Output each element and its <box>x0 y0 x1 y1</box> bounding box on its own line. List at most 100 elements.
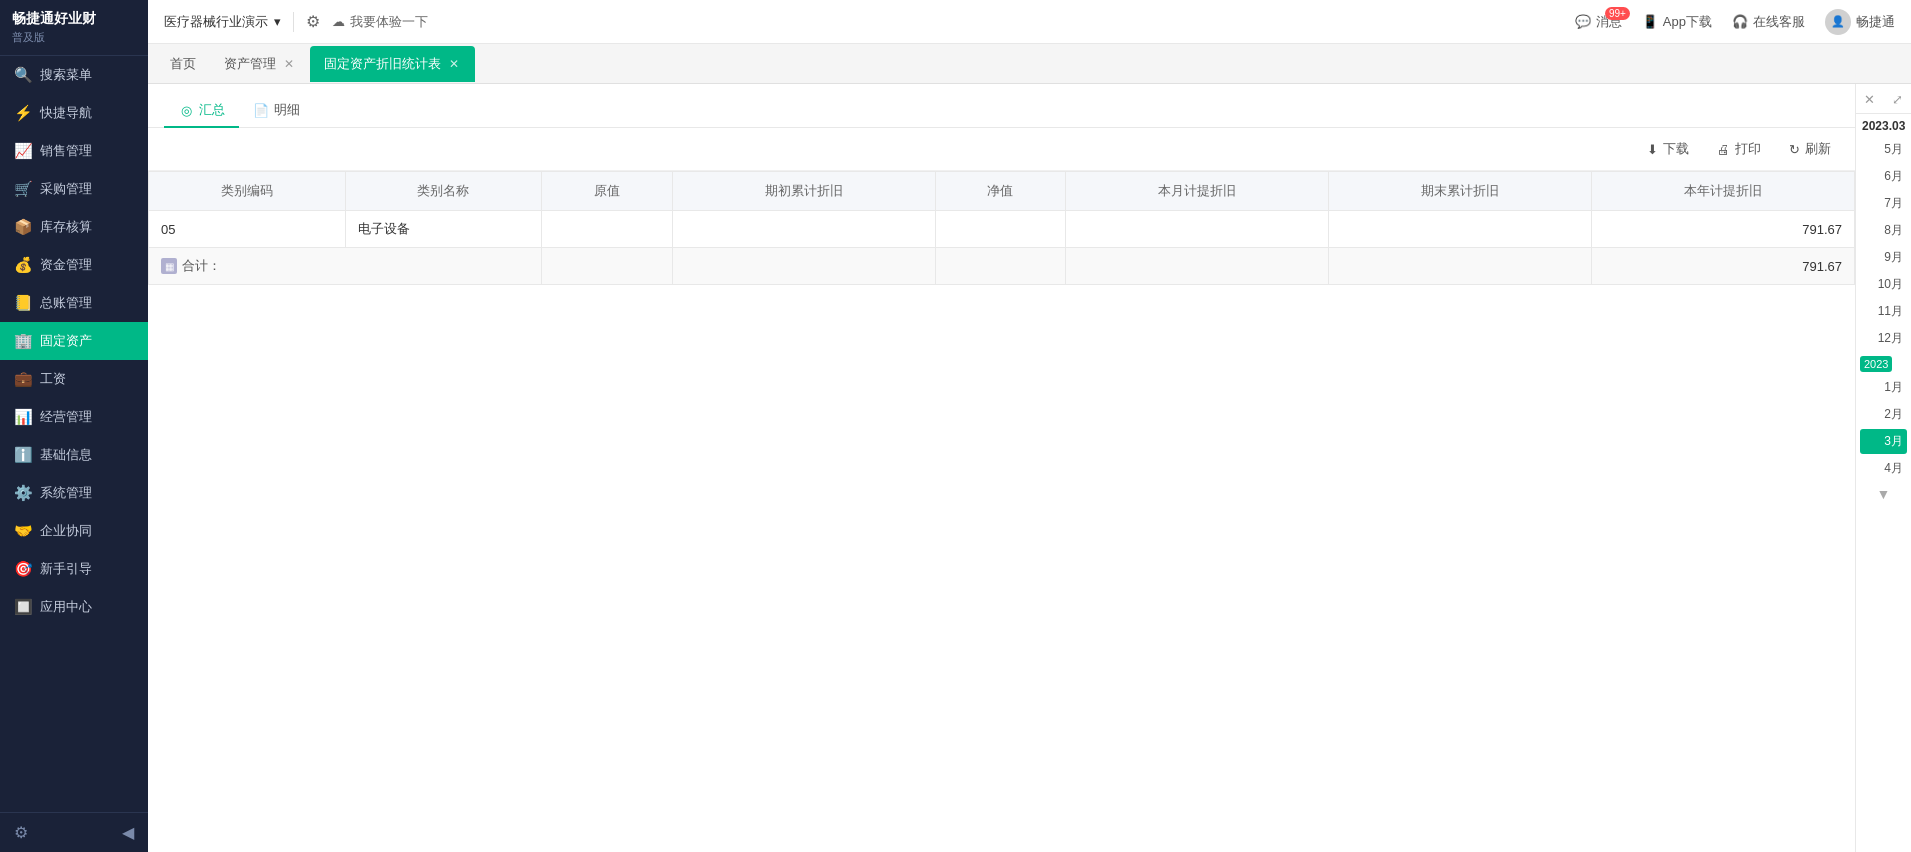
print-button[interactable]: 🖨 打印 <box>1709 136 1769 162</box>
app-download-label: App下载 <box>1663 13 1712 31</box>
nav-icon-salary: 💼 <box>14 370 32 388</box>
sidebar-item-search[interactable]: 🔍搜索菜单 <box>0 56 148 94</box>
nav-icon-purchase: 🛒 <box>14 180 32 198</box>
sum-icon: ▦ <box>161 258 177 274</box>
nav-icon-app-center: 🔲 <box>14 598 32 616</box>
month-item[interactable]: 8月 <box>1856 217 1911 244</box>
nav-label-guide: 新手引导 <box>40 560 92 578</box>
experience-cloud-icon: ☁ <box>332 14 345 29</box>
nav-label-sales: 销售管理 <box>40 142 92 160</box>
month-item-2023[interactable]: 2月 <box>1856 401 1911 428</box>
nav-label-basic-info: 基础信息 <box>40 446 92 464</box>
user-avatar-area[interactable]: 👤 畅捷通 <box>1825 9 1895 35</box>
cell-original <box>542 211 672 248</box>
nav-icon-ledger: 📒 <box>14 294 32 312</box>
message-button[interactable]: 💬 消息 99+ <box>1575 13 1622 31</box>
sidebar-item-sales[interactable]: 📈销售管理 <box>0 132 148 170</box>
user-name-label: 畅捷通 <box>1856 13 1895 31</box>
sidebar-item-fixed-assets[interactable]: 🏢固定资产 <box>0 322 148 360</box>
tab-close-depreciation-table[interactable]: ✕ <box>447 57 461 71</box>
year-label-top[interactable]: 2023.03 <box>1856 114 1911 136</box>
avatar-icon: 👤 <box>1831 15 1845 28</box>
company-selector[interactable]: 医疗器械行业演示 ▾ <box>164 13 281 31</box>
logo-sub: 普及版 <box>12 30 45 45</box>
tab-close-asset-mgmt[interactable]: ✕ <box>282 57 296 71</box>
month-item-2023[interactable]: 3月 <box>1860 429 1907 454</box>
sidebar-item-enterprise[interactable]: 🤝企业协同 <box>0 512 148 550</box>
content-main: ◎ 汇总 📄 明细 ⬇ 下载 🖨 打印 ↻ <box>148 84 1855 852</box>
sidebar-item-ledger[interactable]: 📒总账管理 <box>0 284 148 322</box>
cell-annual: 791.67 <box>1591 211 1854 248</box>
col-code: 类别编码 <box>149 172 346 211</box>
nav-icon-inventory: 📦 <box>14 218 32 236</box>
sum-end-accum <box>1328 248 1591 285</box>
sidebar-item-app-center[interactable]: 🔲应用中心 <box>0 588 148 626</box>
sidebar-item-inventory[interactable]: 📦库存核算 <box>0 208 148 246</box>
month-item-2023[interactable]: 1月 <box>1856 374 1911 401</box>
message-badge: 99+ <box>1605 7 1630 20</box>
month-item[interactable]: 10月 <box>1856 271 1911 298</box>
tab-detail[interactable]: 📄 明细 <box>239 94 314 128</box>
col-original: 原值 <box>542 172 672 211</box>
customer-service-button[interactable]: 🎧 在线客服 <box>1732 13 1805 31</box>
download-button[interactable]: ⬇ 下载 <box>1639 136 1697 162</box>
month-item[interactable]: 5月 <box>1856 136 1911 163</box>
year-badge-2023[interactable]: 2023 <box>1860 356 1892 372</box>
cell-name: 电子设备 <box>345 211 542 248</box>
avatar: 👤 <box>1825 9 1851 35</box>
topbar-right: 💬 消息 99+ 📱 App下载 🎧 在线客服 👤 畅捷通 <box>1575 9 1895 35</box>
sidebar-logo: 畅捷通好业财 普及版 <box>0 0 148 56</box>
sum-original <box>542 248 672 285</box>
month-item[interactable]: 9月 <box>1856 244 1911 271</box>
tab-label-depreciation-table: 固定资产折旧统计表 <box>324 55 441 73</box>
tab-asset-mgmt[interactable]: 资产管理✕ <box>210 46 310 82</box>
detail-label: 明细 <box>274 101 300 119</box>
date-scroll[interactable]: 2023.03 5月6月7月8月9月10月11月12月 2023 1月2月3月4月▼ <box>1856 114 1911 852</box>
tab-summary[interactable]: ◎ 汇总 <box>164 94 239 128</box>
nav-label-operations: 经营管理 <box>40 408 92 426</box>
print-icon: 🖨 <box>1717 142 1730 157</box>
month-item[interactable]: 6月 <box>1856 163 1911 190</box>
topbar-settings-icon[interactable]: ⚙ <box>306 12 320 31</box>
app-download-button[interactable]: 📱 App下载 <box>1642 13 1712 31</box>
sidebar-item-purchase[interactable]: 🛒采购管理 <box>0 170 148 208</box>
collapse-icon[interactable]: ◀ <box>122 823 134 842</box>
month-item[interactable]: 7月 <box>1856 190 1911 217</box>
logo-title: 畅捷通好业财 <box>12 10 96 28</box>
sidebar-item-operations[interactable]: 📊经营管理 <box>0 398 148 436</box>
sum-net <box>935 248 1065 285</box>
print-label: 打印 <box>1735 140 1761 158</box>
detail-icon: 📄 <box>253 102 269 118</box>
month-item[interactable]: 12月 <box>1856 325 1911 352</box>
nav-label-system: 系统管理 <box>40 484 92 502</box>
sidebar: 畅捷通好业财 普及版 🔍搜索菜单⚡快捷导航📈销售管理🛒采购管理📦库存核算💰资金管… <box>0 0 148 852</box>
sum-annual: 791.67 <box>1591 248 1854 285</box>
tab-depreciation-table[interactable]: 固定资产折旧统计表 ✕ <box>310 46 475 82</box>
refresh-label: 刷新 <box>1805 140 1831 158</box>
nav-icon-fixed-assets: 🏢 <box>14 332 32 350</box>
cell-end-accum <box>1328 211 1591 248</box>
col-net: 净值 <box>935 172 1065 211</box>
nav-icon-quick-nav: ⚡ <box>14 104 32 122</box>
refresh-button[interactable]: ↻ 刷新 <box>1781 136 1839 162</box>
settings-icon[interactable]: ⚙ <box>14 823 28 842</box>
tab-home[interactable]: 首页 <box>156 46 210 82</box>
sidebar-item-salary[interactable]: 💼工资 <box>0 360 148 398</box>
panel-expand-button[interactable]: ⤢ <box>1890 90 1905 109</box>
date-scroll-down[interactable]: ▼ <box>1856 482 1911 506</box>
nav-label-enterprise: 企业协同 <box>40 522 92 540</box>
refresh-icon: ↻ <box>1789 142 1800 157</box>
sidebar-item-quick-nav[interactable]: ⚡快捷导航 <box>0 94 148 132</box>
sidebar-item-system[interactable]: ⚙️系统管理 <box>0 474 148 512</box>
cell-monthly <box>1065 211 1328 248</box>
experience-button[interactable]: ☁ 我要体验一下 <box>332 13 428 31</box>
content-area: ◎ 汇总 📄 明细 ⬇ 下载 🖨 打印 ↻ <box>148 84 1911 852</box>
month-item[interactable]: 11月 <box>1856 298 1911 325</box>
sidebar-item-guide[interactable]: 🎯新手引导 <box>0 550 148 588</box>
panel-close-button[interactable]: ✕ <box>1862 90 1877 109</box>
table-header-row: 类别编码 类别名称 原值 期初累计折旧 净值 本月计提折旧 期末累计折旧 本年计… <box>149 172 1855 211</box>
sidebar-item-finance[interactable]: 💰资金管理 <box>0 246 148 284</box>
month-item-2023[interactable]: 4月 <box>1856 455 1911 482</box>
cell-net <box>935 211 1065 248</box>
sidebar-item-basic-info[interactable]: ℹ️基础信息 <box>0 436 148 474</box>
